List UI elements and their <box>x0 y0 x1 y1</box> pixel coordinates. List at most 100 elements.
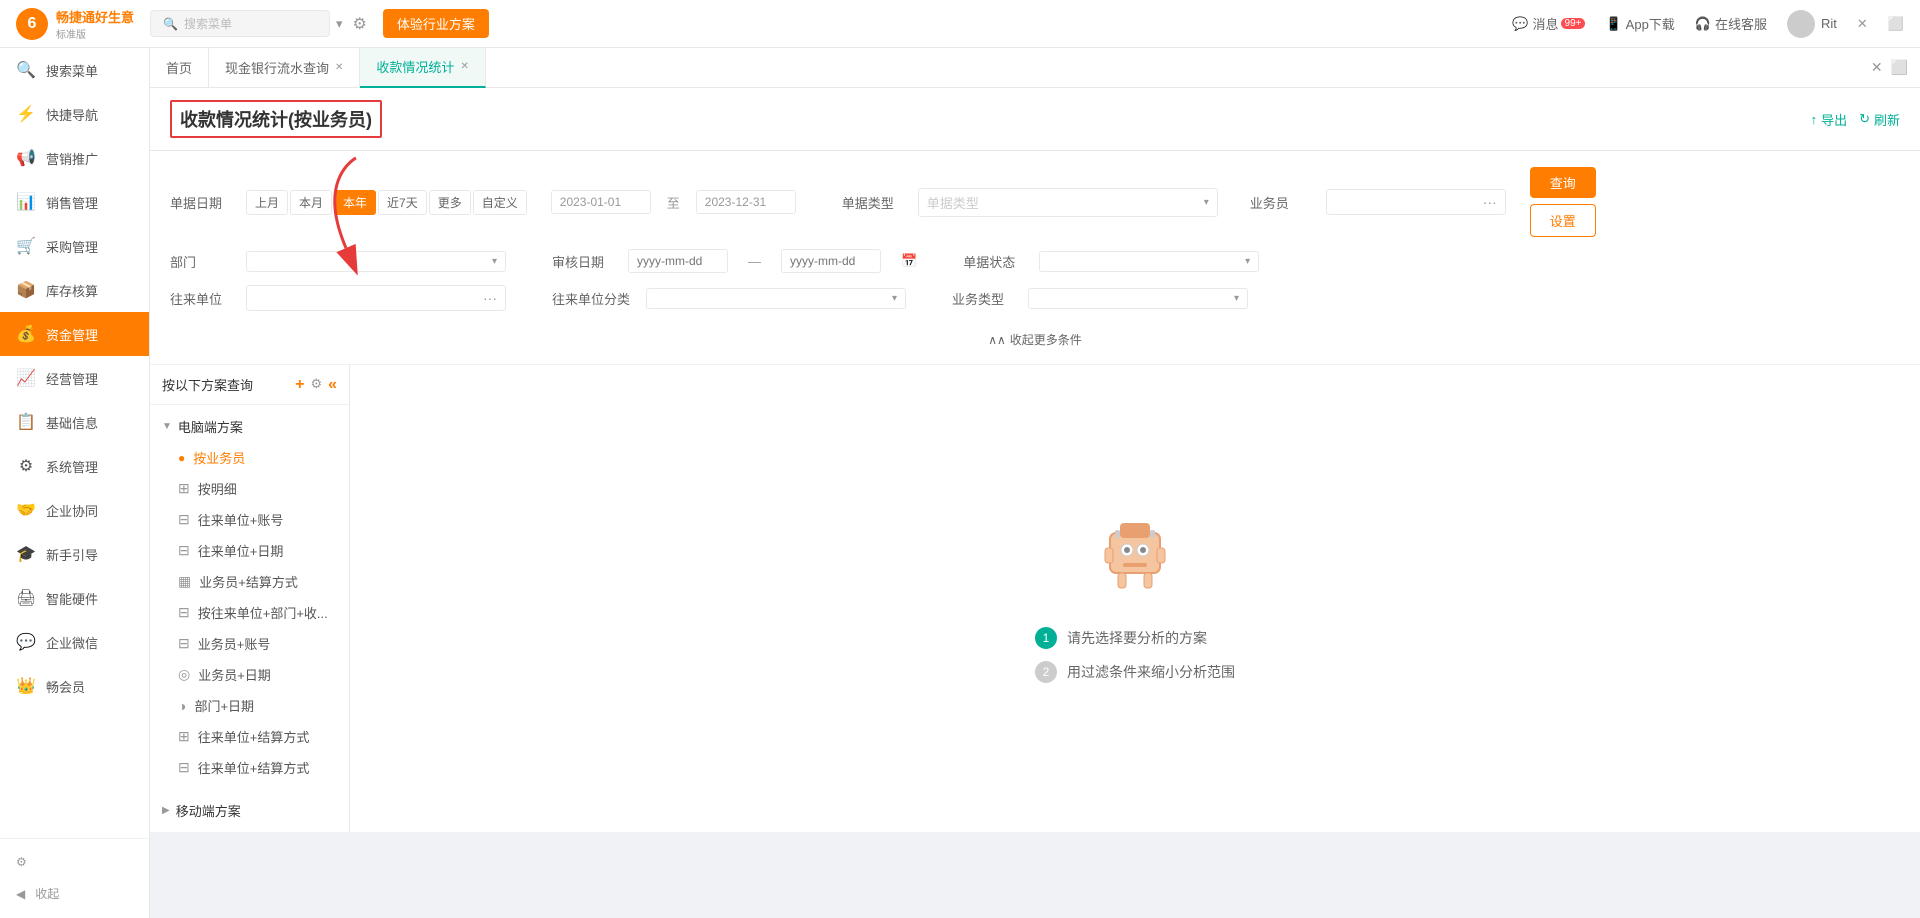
sidebar-item-inventory[interactable]: 📦 库存核算 <box>0 268 149 312</box>
salesperson-more-icon[interactable]: ··· <box>1483 194 1497 210</box>
mobile-section-label: 移动端方案 <box>176 801 241 820</box>
trial-btn[interactable]: 体验行业方案 <box>383 9 489 38</box>
date-btn-custom[interactable]: 自定义 <box>473 190 527 215</box>
scheme-collapse-icon[interactable]: « <box>328 376 337 394</box>
sidebar-item-wechat[interactable]: 💬 企业微信 <box>0 620 149 664</box>
online-service-btn[interactable]: 🎧 在线客服 <box>1695 14 1767 33</box>
app-download-btn[interactable]: 📱 App下载 <box>1605 14 1674 33</box>
message-icon: 💬 <box>1512 16 1528 32</box>
scheme-item-partner-settlement2[interactable]: ⊟ 往来单位+结算方式 <box>150 752 349 783</box>
sales-icon: 📊 <box>16 192 36 212</box>
scheme-section-pc-title[interactable]: ▼ 电脑端方案 <box>150 411 349 442</box>
scheme-header-actions: + ⚙ « <box>295 376 337 394</box>
online-service-label: 在线客服 <box>1715 14 1767 33</box>
date-btn-7days[interactable]: 近7天 <box>378 190 427 215</box>
sidebar-item-system[interactable]: ⚙ 系统管理 <box>0 444 149 488</box>
messages-btn[interactable]: 💬 消息 99+ <box>1512 14 1585 33</box>
refresh-btn[interactable]: ↻ 刷新 <box>1859 110 1900 129</box>
settings-icon[interactable]: ⚙ <box>353 14 367 34</box>
counterpart-more-icon[interactable]: ··· <box>483 290 497 306</box>
doc-type-select[interactable]: 单据类型 ▾ <box>918 188 1218 217</box>
counterpart-class-select[interactable]: ▾ <box>646 288 906 309</box>
search-dropdown-icon[interactable]: ▾ <box>336 16 343 32</box>
scheme-section-mobile-title[interactable]: ▶ 移动端方案 <box>150 795 349 826</box>
scheme-add-icon[interactable]: + <box>295 376 304 394</box>
scheme-item-salesperson-settlement[interactable]: ▦ 业务员+结算方式 <box>150 566 349 597</box>
sidebar-item-purchase[interactable]: 🛒 采购管理 <box>0 224 149 268</box>
search-input[interactable]: 🔍 搜索菜单 <box>150 10 330 37</box>
sidebar-item-guide[interactable]: 🎓 新手引导 <box>0 532 149 576</box>
sidebar-item-hardware[interactable]: 🖨 智能硬件 <box>0 576 149 620</box>
counterpart-select[interactable]: ··· <box>246 285 506 311</box>
scheme-item-label: 往来单位+账号 <box>198 510 284 529</box>
sidebar-item-sales[interactable]: 📊 销售管理 <box>0 180 149 224</box>
filter-row-counterpart: 往来单位 ··· 往来单位分类 ▾ 业务类型 ▾ <box>170 285 1900 311</box>
tab-home[interactable]: 首页 <box>150 48 209 88</box>
date-btn-last-month[interactable]: 上月 <box>246 190 288 215</box>
scheme-item-partner-date[interactable]: ⊟ 往来单位+日期 <box>150 535 349 566</box>
biz-type-select[interactable]: ▾ <box>1028 288 1248 309</box>
audit-date-to[interactable] <box>781 249 881 273</box>
scheme-item-label: 往来单位+结算方式 <box>198 727 310 746</box>
restore-window-icon[interactable]: ⬜ <box>1888 16 1904 32</box>
sidebar-item-member[interactable]: 👑 畅会员 <box>0 664 149 708</box>
collapse-bar[interactable]: ∧∧ 收起更多条件 <box>170 323 1900 356</box>
sidebar-item-label: 经营管理 <box>46 369 98 388</box>
scheme-icon-detail: ⊞ <box>178 480 190 497</box>
scheme-header: 按以下方案查询 + ⚙ « <box>150 365 349 405</box>
messages-badge: 99+ <box>1561 18 1586 29</box>
sidebar-item-management[interactable]: 📈 经营管理 <box>0 356 149 400</box>
scheme-icon-partner-settlement2: ⊟ <box>178 759 190 776</box>
step-1-label: 请先选择要分析的方案 <box>1067 628 1207 648</box>
scheme-settings-icon[interactable]: ⚙ <box>310 376 322 394</box>
scheme-item-detail[interactable]: ⊞ 按明细 <box>150 473 349 504</box>
doc-status-select[interactable]: ▾ <box>1039 251 1259 272</box>
salesperson-select[interactable]: ··· <box>1326 189 1506 215</box>
sidebar-collapse-btn[interactable]: ◀ 收起 <box>0 877 149 910</box>
tab-close-icon[interactable]: ✕ <box>335 62 343 73</box>
audit-date-calendar-icon[interactable]: 📅 <box>901 253 917 269</box>
dept-select[interactable]: ▾ <box>246 251 506 272</box>
scheme-item-salesperson[interactable]: ● 按业务员 <box>150 442 349 473</box>
sidebar-settings-btn[interactable]: ⚙ <box>0 847 149 877</box>
tab-bar: 首页 现金银行流水查询 ✕ 收款情况统计 ✕ ✕ ⬜ <box>150 48 1920 88</box>
sidebar-item-marketing[interactable]: 📢 营销推广 <box>0 136 149 180</box>
tab-close-icon[interactable]: ✕ <box>460 61 468 72</box>
date-btn-this-year[interactable]: 本年 <box>334 190 376 215</box>
refresh-icon: ↻ <box>1859 111 1870 127</box>
date-btn-this-month[interactable]: 本月 <box>290 190 332 215</box>
audit-date-from[interactable] <box>628 249 728 273</box>
scheme-item-label: 按往来单位+部门+收... <box>198 603 328 622</box>
setting-btn[interactable]: 设置 <box>1530 204 1596 237</box>
tab-cash-flow[interactable]: 现金银行流水查询 ✕ <box>209 48 360 88</box>
scheme-item-partner-account[interactable]: ⊟ 往来单位+账号 <box>150 504 349 535</box>
sidebar-item-label: 搜索菜单 <box>46 61 98 80</box>
sidebar-item-basic-info[interactable]: 📋 基础信息 <box>0 400 149 444</box>
tab-maximize-icon[interactable]: ⬜ <box>1891 59 1908 76</box>
scheme-item-partner-dept[interactable]: ⊟ 按往来单位+部门+收... <box>150 597 349 628</box>
close-window-icon[interactable]: ✕ <box>1857 16 1868 32</box>
scheme-item-salesperson-date[interactable]: ◎ 业务员+日期 <box>150 659 349 690</box>
sidebar-item-quicknav[interactable]: ⚡ 快捷导航 <box>0 92 149 136</box>
export-btn[interactable]: ↑ 导出 <box>1811 110 1848 129</box>
date-btn-more[interactable]: 更多 <box>429 190 471 215</box>
query-btn[interactable]: 查询 <box>1530 167 1596 198</box>
sidebar-item-search[interactable]: 🔍 搜索菜单 <box>0 48 149 92</box>
settings-gear-icon: ⚙ <box>16 855 27 869</box>
sidebar-item-collab[interactable]: 🤝 企业协同 <box>0 488 149 532</box>
date-from-input[interactable] <box>551 190 651 214</box>
page-actions: ↑ 导出 ↻ 刷新 <box>1811 110 1900 129</box>
tab-close-all-icon[interactable]: ✕ <box>1871 59 1883 76</box>
logo-name: 畅捷通好生意 <box>56 7 134 26</box>
sidebar-item-label: 系统管理 <box>46 457 98 476</box>
tab-collection-stats[interactable]: 收款情况统计 ✕ <box>360 48 485 88</box>
scheme-item-label: 按业务员 <box>193 448 245 467</box>
scheme-item-dept-date[interactable]: ◑ 部门+日期 <box>150 690 349 721</box>
result-area: 1 请先选择要分析的方案 2 用过滤条件来缩小分析范围 <box>350 365 1920 832</box>
tab-bar-right: ✕ ⬜ <box>1859 59 1920 76</box>
scheme-item-partner-settlement1[interactable]: ⊞ 往来单位+结算方式 <box>150 721 349 752</box>
sidebar-item-finance[interactable]: 💰 资金管理 <box>0 312 149 356</box>
date-to-input[interactable] <box>696 190 796 214</box>
scheme-item-salesperson-account[interactable]: ⊟ 业务员+账号 <box>150 628 349 659</box>
inventory-icon: 📦 <box>16 280 36 300</box>
